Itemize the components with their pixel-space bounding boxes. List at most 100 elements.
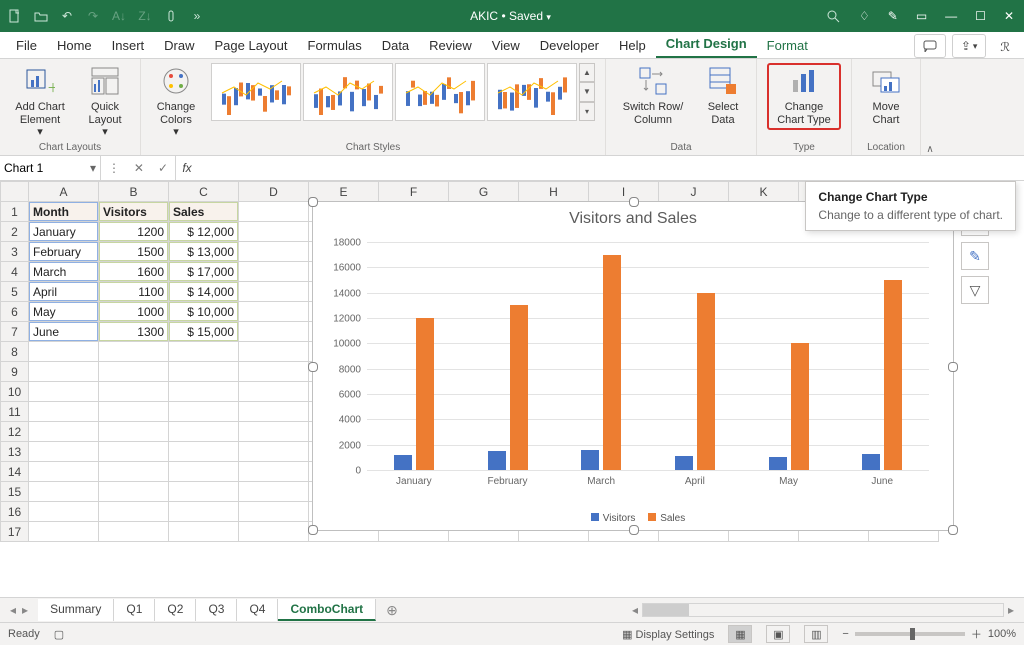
new-file-icon[interactable] — [4, 5, 26, 27]
cell[interactable] — [169, 362, 239, 382]
column-header[interactable]: B — [99, 182, 169, 202]
cell[interactable] — [29, 462, 99, 482]
cell[interactable] — [169, 402, 239, 422]
chart-bar[interactable] — [603, 255, 621, 470]
row-header[interactable]: 6 — [1, 302, 29, 322]
resize-handle[interactable] — [308, 525, 318, 535]
cell[interactable] — [29, 422, 99, 442]
tab-formulas[interactable]: Formulas — [298, 34, 372, 58]
ribbon-display-icon[interactable]: ▭ — [916, 9, 927, 23]
hscroll-right[interactable]: ▸ — [1004, 603, 1018, 617]
cell[interactable] — [239, 242, 309, 262]
column-header[interactable]: K — [729, 182, 799, 202]
zoom-out-button[interactable]: − — [842, 628, 848, 640]
display-settings-button[interactable]: ▦ Display Settings — [622, 628, 714, 641]
column-header[interactable]: D — [239, 182, 309, 202]
move-chart-button[interactable]: Move Chart — [862, 63, 910, 126]
chart-style-thumb[interactable] — [487, 63, 577, 121]
row-header[interactable]: 10 — [1, 382, 29, 402]
chart-bar[interactable] — [416, 318, 434, 470]
cell[interactable] — [239, 282, 309, 302]
cell[interactable] — [169, 382, 239, 402]
row-header[interactable]: 16 — [1, 502, 29, 522]
cell[interactable]: $ 15,000 — [169, 322, 239, 342]
add-sheet-button[interactable]: ⊕ — [376, 602, 408, 619]
sheet-tab[interactable]: Q2 — [155, 599, 196, 621]
chart-style-thumb[interactable] — [211, 63, 301, 121]
column-header[interactable]: A — [29, 182, 99, 202]
comments-button[interactable] — [914, 34, 946, 58]
cell[interactable] — [29, 482, 99, 502]
column-header[interactable]: F — [379, 182, 449, 202]
resize-handle[interactable] — [629, 197, 639, 207]
redo-icon[interactable]: ↷ — [82, 5, 104, 27]
cell[interactable] — [239, 322, 309, 342]
cell[interactable] — [99, 502, 169, 522]
cell[interactable] — [99, 402, 169, 422]
cell[interactable]: 1600 — [99, 262, 169, 282]
cell[interactable]: $ 12,000 — [169, 222, 239, 242]
cell[interactable] — [239, 522, 309, 542]
sheet-tab[interactable]: ComboChart — [278, 599, 376, 621]
mode-button[interactable]: ℛ — [992, 36, 1018, 58]
tab-insert[interactable]: Insert — [102, 34, 155, 58]
chart-filters-button[interactable]: ▽ — [961, 276, 989, 304]
gallery-scroll-down[interactable]: ▼ — [579, 82, 595, 101]
coming-soon-icon[interactable]: ✎ — [888, 9, 898, 23]
normal-view-button[interactable]: ▦ — [728, 625, 752, 643]
cell[interactable] — [239, 222, 309, 242]
cell[interactable] — [99, 342, 169, 362]
cell[interactable]: $ 10,000 — [169, 302, 239, 322]
cell[interactable]: June — [29, 322, 99, 342]
cell[interactable] — [239, 262, 309, 282]
collapse-ribbon-button[interactable]: ∧ — [920, 59, 939, 155]
accept-formula-icon[interactable]: ✓ — [158, 161, 168, 175]
cell[interactable] — [239, 402, 309, 422]
cell[interactable] — [169, 342, 239, 362]
sheet-tab[interactable]: Q3 — [196, 599, 237, 621]
row-header[interactable]: 5 — [1, 282, 29, 302]
cell[interactable] — [169, 462, 239, 482]
sheet-nav-last[interactable]: ▸ — [22, 603, 28, 617]
chart-bar[interactable] — [675, 456, 693, 470]
change-colors-button[interactable]: Change Colors ▾ — [151, 63, 201, 139]
cell[interactable] — [239, 482, 309, 502]
cell[interactable] — [169, 522, 239, 542]
sort-za-icon[interactable]: Z↓ — [134, 5, 156, 27]
cell[interactable]: $ 17,000 — [169, 262, 239, 282]
tab-data[interactable]: Data — [372, 34, 419, 58]
name-box[interactable] — [0, 161, 86, 175]
tab-page-layout[interactable]: Page Layout — [205, 34, 298, 58]
cell[interactable] — [239, 502, 309, 522]
chart-styles-button[interactable]: ✎ — [961, 242, 989, 270]
tab-view[interactable]: View — [482, 34, 530, 58]
worksheet-area[interactable]: ABCDEFGHIJKLM1MonthVisitorsSales2January… — [0, 181, 1024, 597]
chart-style-gallery[interactable]: ▲ ▼ ▾ — [211, 63, 595, 121]
chart-legend[interactable]: Visitors Sales — [313, 513, 953, 524]
resize-handle[interactable] — [629, 525, 639, 535]
dotted-icon[interactable]: ⋮ — [108, 161, 120, 175]
row-header[interactable]: 11 — [1, 402, 29, 422]
tab-draw[interactable]: Draw — [154, 34, 204, 58]
cell[interactable]: $ 14,000 — [169, 282, 239, 302]
row-header[interactable]: 14 — [1, 462, 29, 482]
cell[interactable] — [29, 502, 99, 522]
cell[interactable] — [169, 502, 239, 522]
row-header[interactable]: 17 — [1, 522, 29, 542]
cell[interactable] — [99, 482, 169, 502]
cell[interactable]: 1200 — [99, 222, 169, 242]
cell[interactable] — [239, 422, 309, 442]
sort-az-icon[interactable]: A↓ — [108, 5, 130, 27]
cell[interactable] — [239, 342, 309, 362]
formula-input[interactable] — [198, 156, 1024, 180]
chart-bar[interactable] — [791, 343, 809, 470]
column-header[interactable]: C — [169, 182, 239, 202]
cell[interactable]: 1500 — [99, 242, 169, 262]
tab-file[interactable]: File — [6, 34, 47, 58]
sheet-nav-first[interactable]: ◂ — [10, 603, 16, 617]
page-break-view-button[interactable]: ▥ — [804, 625, 828, 643]
maximize-button[interactable]: ☐ — [975, 9, 986, 23]
cell[interactable] — [239, 462, 309, 482]
sheet-tab[interactable]: Q4 — [237, 599, 278, 621]
column-header[interactable]: J — [659, 182, 729, 202]
